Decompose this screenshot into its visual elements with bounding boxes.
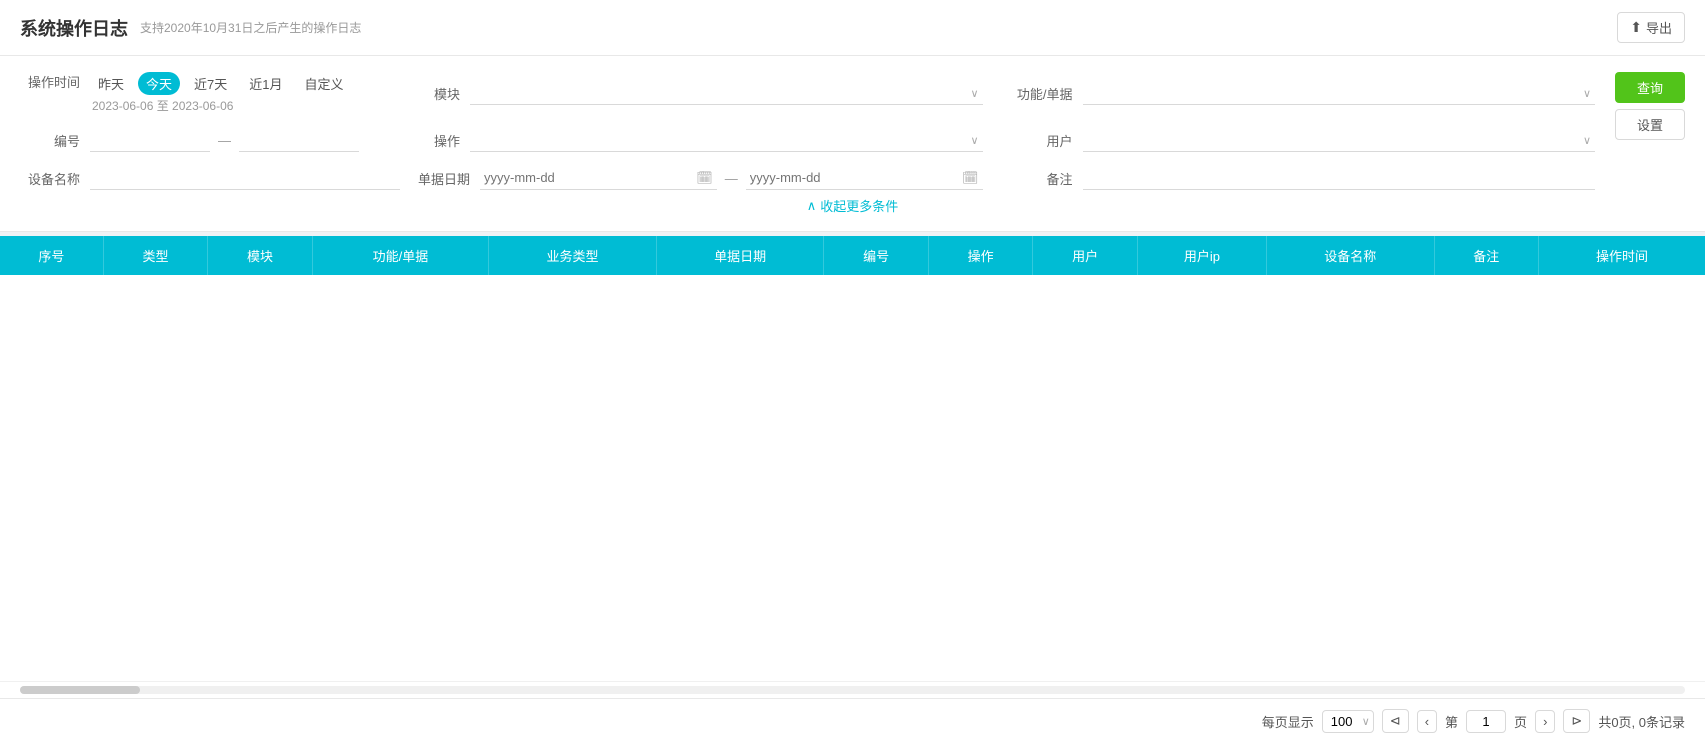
remark-label: 备注 [1013, 169, 1083, 188]
collapse-row: ∧ 收起更多条件 [20, 190, 1685, 215]
col-no: 编号 [824, 236, 928, 275]
no-dash: — [210, 133, 239, 148]
device-label: 设备名称 [20, 169, 90, 188]
function-label: 功能/单据 [1013, 84, 1083, 103]
page-end-label: 页 [1514, 712, 1527, 731]
date-dash: — [717, 171, 746, 186]
export-icon: ⬆ [1630, 19, 1642, 36]
filter-row-3: 设备名称 单据日期 🗓 — 🗓 [20, 166, 1595, 190]
remark-input[interactable] [1083, 166, 1596, 190]
settings-button[interactable]: 设置 [1615, 109, 1685, 140]
col-user: 用户 [1033, 236, 1137, 275]
time-btn-custom[interactable]: 自定义 [297, 72, 352, 95]
empty-area [0, 275, 1705, 595]
user-select[interactable] [1083, 128, 1596, 152]
module-select-wrapper: ∨ [470, 81, 983, 105]
table-section: 序号 类型 模块 功能/单据 业务类型 单据日期 编号 操作 用户 用户ip 设… [0, 236, 1705, 681]
calendar-from-icon[interactable]: 🗓 [696, 170, 713, 186]
scrollbar-track [20, 686, 1685, 694]
col-remark: 备注 [1434, 236, 1538, 275]
col-function: 功能/单据 [312, 236, 488, 275]
date-to-wrapper: 🗓 [746, 166, 983, 190]
no-from-input[interactable] [90, 128, 210, 152]
col-optime: 操作时间 [1539, 236, 1705, 275]
time-range-text: 2023-06-06 至 2023-06-06 [90, 97, 352, 114]
module-select[interactable] [470, 81, 983, 105]
col-billdate: 单据日期 [656, 236, 824, 275]
collapse-button[interactable]: ∧ 收起更多条件 [807, 196, 899, 215]
pagination-summary: 共0页, 0条记录 [1598, 712, 1685, 731]
title-area: 系统操作日志 支持2020年10月31日之后产生的操作日志 [20, 15, 361, 41]
col-type: 类型 [103, 236, 207, 275]
function-select[interactable] [1083, 81, 1596, 105]
collapse-icon: ∧ [807, 198, 817, 214]
col-device: 设备名称 [1266, 236, 1434, 275]
calendar-to-icon[interactable]: 🗓 [962, 170, 979, 186]
table-header: 序号 类型 模块 功能/单据 业务类型 单据日期 编号 操作 用户 用户ip 设… [0, 236, 1705, 275]
filter-row-2: 编号 — 操作 ∨ [20, 128, 1595, 152]
page-size-label: 每页显示 [1262, 712, 1314, 731]
page-size-select[interactable]: 100 50 200 500 [1322, 710, 1374, 733]
col-seq: 序号 [0, 236, 103, 275]
first-page-button[interactable]: ⊲ [1382, 709, 1409, 733]
col-biztype: 业务类型 [489, 236, 657, 275]
time-btn-1month[interactable]: 近1月 [241, 72, 290, 95]
bill-date-label: 单据日期 [400, 169, 480, 188]
page-label: 第 [1445, 712, 1458, 731]
module-label: 模块 [400, 84, 470, 103]
time-btn-7days[interactable]: 近7天 [186, 72, 235, 95]
prev-page-button[interactable]: ‹ [1417, 710, 1437, 733]
export-button[interactable]: ⬆ 导出 [1617, 12, 1685, 43]
time-btn-yesterday[interactable]: 昨天 [90, 72, 132, 95]
page-title: 系统操作日志 [20, 15, 128, 41]
date-from-wrapper: 🗓 [480, 166, 717, 190]
operation-label: 操作 [400, 131, 470, 150]
operation-select-wrapper: ∨ [470, 128, 983, 152]
scrollbar-area [0, 681, 1705, 698]
filter-row-1: 操作时间 昨天 今天 近7天 近1月 自定义 2023-06-06 至 2023… [20, 72, 1595, 114]
filter-area: 操作时间 昨天 今天 近7天 近1月 自定义 2023-06-06 至 2023… [0, 56, 1705, 232]
next-page-button[interactable]: › [1535, 710, 1555, 733]
device-input[interactable] [90, 166, 400, 190]
col-module: 模块 [208, 236, 312, 275]
user-select-wrapper: ∨ [1083, 128, 1596, 152]
page-subtitle: 支持2020年10月31日之后产生的操作日志 [140, 19, 361, 36]
export-label: 导出 [1646, 18, 1672, 37]
page-number-input[interactable] [1466, 710, 1506, 733]
time-label: 操作时间 [20, 72, 90, 91]
data-table: 序号 类型 模块 功能/单据 业务类型 单据日期 编号 操作 用户 用户ip 设… [0, 236, 1705, 275]
action-buttons: 查询 设置 [1615, 72, 1685, 140]
no-label: 编号 [20, 131, 90, 150]
pagination-bar: 每页显示 100 50 200 500 ∨ ⊲ ‹ 第 页 › ⊳ 共0页, 0… [0, 698, 1705, 743]
time-buttons: 昨天 今天 近7天 近1月 自定义 [90, 72, 352, 95]
page-header: 系统操作日志 支持2020年10月31日之后产生的操作日志 ⬆ 导出 [0, 0, 1705, 56]
col-operation: 操作 [928, 236, 1032, 275]
page-size-wrapper: 100 50 200 500 ∨ [1322, 710, 1374, 733]
col-userip: 用户ip [1137, 236, 1266, 275]
no-to-input[interactable] [239, 128, 359, 152]
collapse-label: 收起更多条件 [820, 196, 898, 215]
user-label: 用户 [1013, 131, 1083, 150]
operation-select[interactable] [470, 128, 983, 152]
date-to-input[interactable] [746, 166, 983, 190]
last-page-button[interactable]: ⊳ [1563, 709, 1590, 733]
date-from-input[interactable] [480, 166, 717, 190]
time-btn-today[interactable]: 今天 [138, 72, 180, 95]
scrollbar-thumb[interactable] [20, 686, 140, 694]
function-select-wrapper: ∨ [1083, 81, 1596, 105]
query-button[interactable]: 查询 [1615, 72, 1685, 103]
